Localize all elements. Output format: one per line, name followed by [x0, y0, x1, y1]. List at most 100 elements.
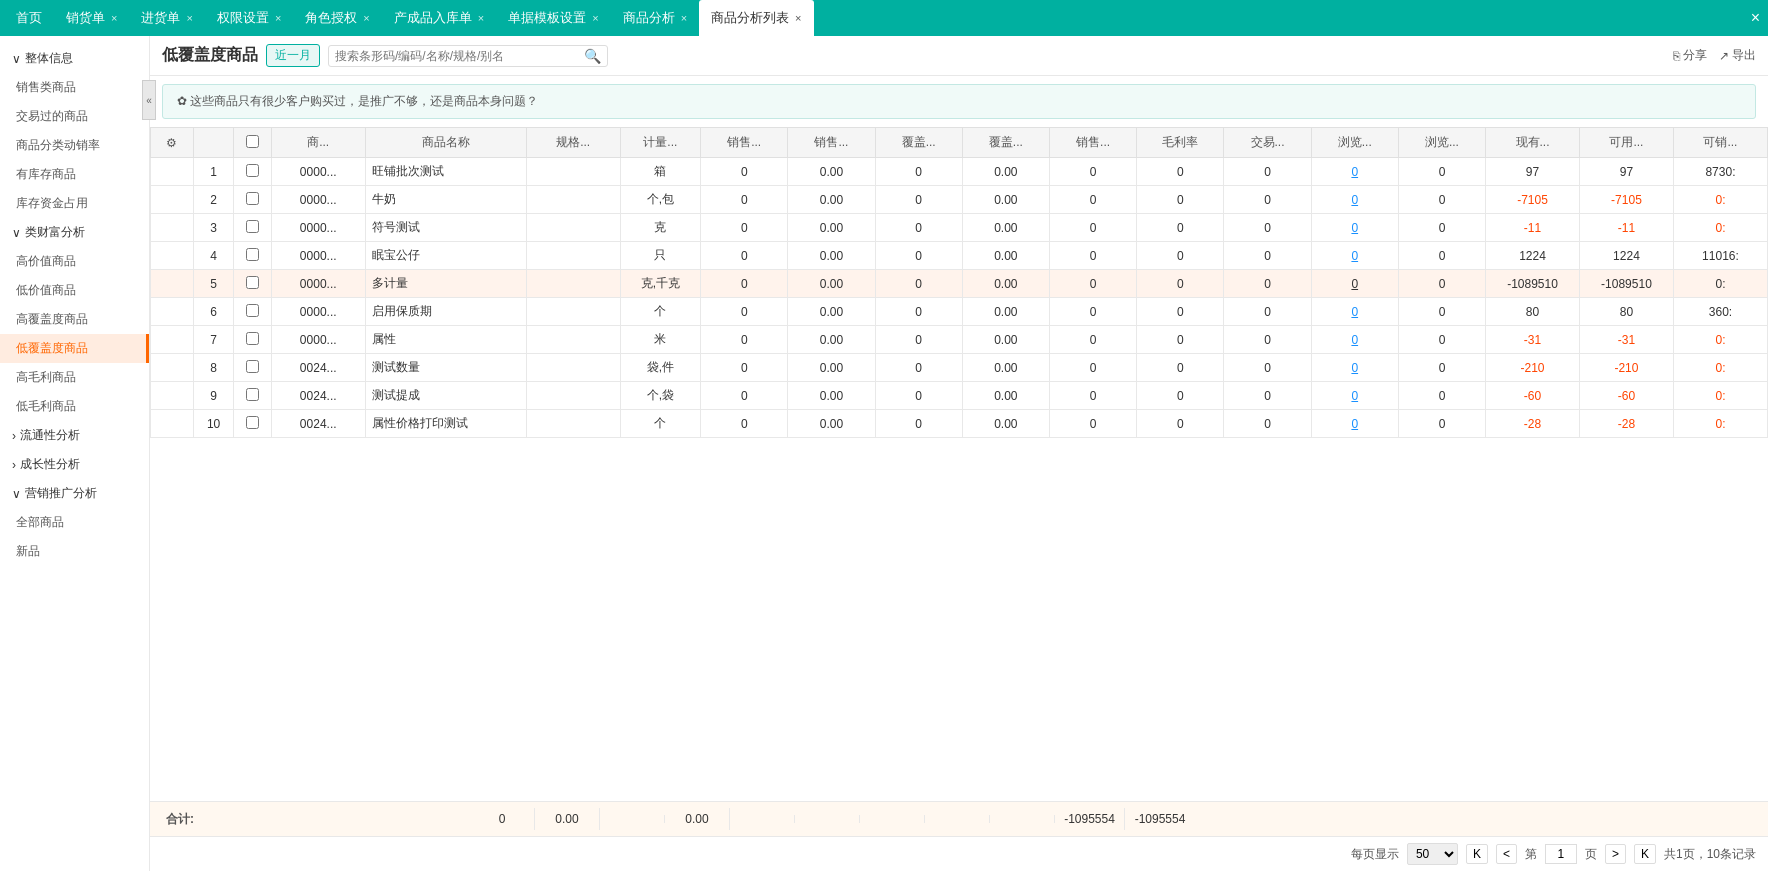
col-settings[interactable]: ⚙: [151, 128, 194, 158]
nav-tab-analysis-list[interactable]: 商品分析列表 ×: [699, 0, 813, 36]
row-browse1[interactable]: 0: [1311, 270, 1398, 298]
sidebar-item-sales-goods[interactable]: 销售类商品: [0, 73, 149, 102]
search-icon[interactable]: 🔍: [584, 48, 601, 64]
last-page-button[interactable]: K: [1634, 844, 1656, 864]
nav-tab-template[interactable]: 单据模板设置 ×: [496, 0, 610, 36]
row-select-checkbox[interactable]: [246, 304, 259, 317]
col-unit[interactable]: 计量...: [620, 128, 701, 158]
page-number-input[interactable]: [1545, 844, 1577, 864]
nav-tab-roles[interactable]: 角色授权 ×: [293, 0, 381, 36]
row-browse1[interactable]: 0: [1311, 382, 1398, 410]
col-available[interactable]: 可用...: [1580, 128, 1674, 158]
sidebar-item-low-value[interactable]: 低价值商品: [0, 276, 149, 305]
next-page-button[interactable]: >: [1605, 844, 1626, 864]
row-select-checkbox[interactable]: [246, 164, 259, 177]
row-browse1[interactable]: 0: [1311, 354, 1398, 382]
row-checkbox[interactable]: [234, 270, 272, 298]
sidebar-group-wealth[interactable]: ∨ 类财富分析: [0, 218, 149, 247]
sidebar-group-growth[interactable]: › 成长性分析: [0, 450, 149, 479]
col-browse1[interactable]: 浏览...: [1311, 128, 1398, 158]
close-stock-icon[interactable]: ×: [478, 0, 484, 36]
col-spec[interactable]: 规格...: [526, 128, 620, 158]
row-select-checkbox[interactable]: [246, 416, 259, 429]
row-name: 多计量: [365, 270, 526, 298]
col-sellable[interactable]: 可销...: [1673, 128, 1767, 158]
sidebar-item-in-stock[interactable]: 有库存商品: [0, 160, 149, 189]
row-select-checkbox[interactable]: [246, 332, 259, 345]
row-checkbox[interactable]: [234, 410, 272, 438]
select-all-checkbox[interactable]: [246, 135, 259, 148]
sidebar-item-low-coverage[interactable]: 低覆盖度商品: [0, 334, 149, 363]
sidebar-collapse-button[interactable]: «: [142, 80, 150, 120]
col-browse2[interactable]: 浏览...: [1398, 128, 1485, 158]
row-select-checkbox[interactable]: [246, 360, 259, 373]
row-select-checkbox[interactable]: [246, 192, 259, 205]
table-wrapper[interactable]: ⚙ 商... 商品名称 规格... 计量... 销售... 销售... 覆盖..…: [150, 127, 1768, 801]
nav-tab-permissions[interactable]: 权限设置 ×: [205, 0, 293, 36]
sidebar-item-inventory-capital[interactable]: 库存资金占用: [0, 189, 149, 218]
close-purchase-icon[interactable]: ×: [186, 0, 192, 36]
row-browse1[interactable]: 0: [1311, 214, 1398, 242]
col-sales2[interactable]: 销售...: [1049, 128, 1136, 158]
sidebar-group-circulation[interactable]: › 流通性分析: [0, 421, 149, 450]
col-code[interactable]: 商...: [271, 128, 365, 158]
sidebar-item-all-goods[interactable]: 全部商品: [0, 508, 149, 537]
col-gross-rate[interactable]: 毛利率: [1137, 128, 1224, 158]
col-name[interactable]: 商品名称: [365, 128, 526, 158]
row-select-checkbox[interactable]: [246, 388, 259, 401]
row-checkbox[interactable]: [234, 158, 272, 186]
close-permissions-icon[interactable]: ×: [275, 0, 281, 36]
row-checkbox[interactable]: [234, 298, 272, 326]
row-browse1[interactable]: 0: [1311, 410, 1398, 438]
col-cover2[interactable]: 覆盖...: [962, 128, 1049, 158]
sidebar-item-high-coverage[interactable]: 高覆盖度商品: [0, 305, 149, 334]
search-input[interactable]: [335, 49, 580, 63]
sidebar-group-general[interactable]: ∨ 整体信息: [0, 44, 149, 73]
col-sales-qty[interactable]: 销售...: [701, 128, 788, 158]
row-browse1[interactable]: 0: [1311, 158, 1398, 186]
sidebar-item-category-rate[interactable]: 商品分类动销率: [0, 131, 149, 160]
close-template-icon[interactable]: ×: [592, 0, 598, 36]
row-spec: [526, 242, 620, 270]
close-roles-icon[interactable]: ×: [363, 0, 369, 36]
row-select-checkbox[interactable]: [246, 276, 259, 289]
col-trans[interactable]: 交易...: [1224, 128, 1311, 158]
close-all-tabs-button[interactable]: ×: [1751, 9, 1760, 27]
row-checkbox[interactable]: [234, 326, 272, 354]
export-button[interactable]: ↗ 导出: [1719, 47, 1756, 64]
share-button[interactable]: ⎘ 分享: [1673, 47, 1707, 64]
nav-tab-home[interactable]: 首页: [4, 0, 54, 36]
sidebar-group-marketing[interactable]: ∨ 营销推广分析: [0, 479, 149, 508]
nav-tab-sales[interactable]: 销货单 ×: [54, 0, 129, 36]
sidebar-item-high-margin[interactable]: 高毛利商品: [0, 363, 149, 392]
page-size-select[interactable]: 50 100 200: [1407, 843, 1458, 865]
row-browse1[interactable]: 0: [1311, 326, 1398, 354]
close-analysis-list-icon[interactable]: ×: [795, 0, 801, 36]
row-checkbox[interactable]: [234, 214, 272, 242]
first-page-button[interactable]: K: [1466, 844, 1488, 864]
row-browse1[interactable]: 0: [1311, 186, 1398, 214]
col-checkbox[interactable]: [234, 128, 272, 158]
sidebar-item-new-goods[interactable]: 新品: [0, 537, 149, 566]
row-browse1[interactable]: 0: [1311, 298, 1398, 326]
col-current[interactable]: 现有...: [1486, 128, 1580, 158]
sidebar-item-traded-goods[interactable]: 交易过的商品: [0, 102, 149, 131]
col-cover1[interactable]: 覆盖...: [875, 128, 962, 158]
close-sales-icon[interactable]: ×: [111, 0, 117, 36]
close-analysis-icon[interactable]: ×: [681, 0, 687, 36]
prev-page-button[interactable]: <: [1496, 844, 1517, 864]
row-browse1[interactable]: 0: [1311, 242, 1398, 270]
row-checkbox[interactable]: [234, 382, 272, 410]
col-sales-amt[interactable]: 销售...: [788, 128, 875, 158]
period-badge[interactable]: 近一月: [266, 44, 320, 67]
row-checkbox[interactable]: [234, 354, 272, 382]
nav-tab-stock[interactable]: 产成品入库单 ×: [382, 0, 496, 36]
nav-tab-purchase[interactable]: 进货单 ×: [129, 0, 204, 36]
row-checkbox[interactable]: [234, 186, 272, 214]
sidebar-item-high-value[interactable]: 高价值商品: [0, 247, 149, 276]
row-select-checkbox[interactable]: [246, 220, 259, 233]
sidebar-item-low-margin[interactable]: 低毛利商品: [0, 392, 149, 421]
nav-tab-analysis[interactable]: 商品分析 ×: [611, 0, 699, 36]
row-select-checkbox[interactable]: [246, 248, 259, 261]
row-checkbox[interactable]: [234, 242, 272, 270]
